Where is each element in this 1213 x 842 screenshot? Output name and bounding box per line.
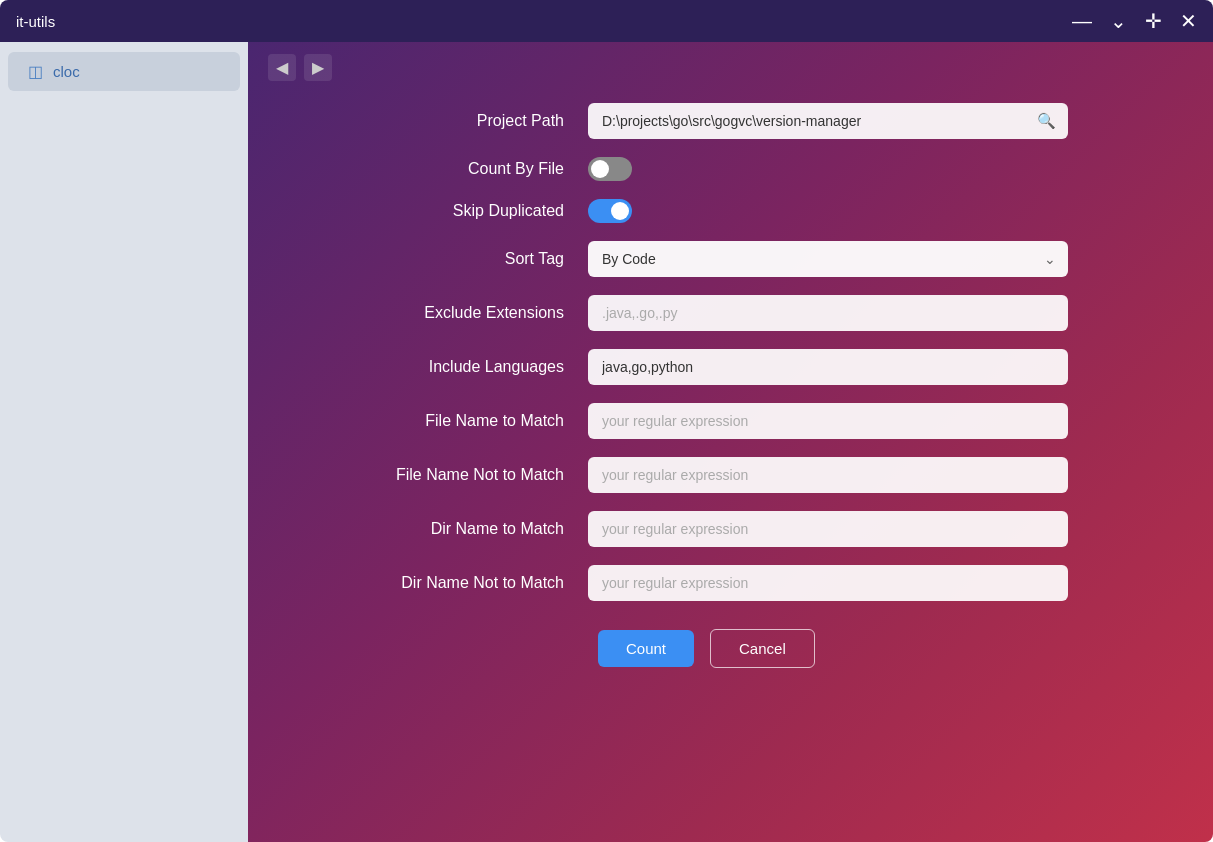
content-area: ◀ ▶ Project Path 🔍 Count bbox=[248, 42, 1213, 842]
sort-tag-label: Sort Tag bbox=[308, 250, 588, 268]
main-area: ◫ cloc ◀ ▶ Project Path 🔍 bbox=[0, 42, 1213, 842]
dir-name-not-to-match-control bbox=[588, 565, 1068, 601]
sort-tag-control: By Code By Name By Files By Lines By Bla… bbox=[588, 241, 1068, 277]
project-path-label: Project Path bbox=[308, 112, 588, 130]
window-menu-icon[interactable]: ⌄ bbox=[1110, 9, 1127, 33]
count-by-file-control bbox=[588, 157, 1068, 181]
count-button[interactable]: Count bbox=[598, 630, 694, 667]
app-window: it-utils — ⌄ ✛ ✕ ◫ cloc ◀ ▶ bbox=[0, 0, 1213, 842]
count-by-file-row: Count By File bbox=[308, 157, 1153, 181]
file-name-not-to-match-input[interactable] bbox=[588, 457, 1068, 493]
title-bar-controls: — ⌄ ✛ ✕ bbox=[1072, 9, 1197, 33]
path-input-wrapper: 🔍 bbox=[588, 103, 1068, 139]
back-button[interactable]: ◀ bbox=[268, 54, 296, 81]
path-search-button[interactable]: 🔍 bbox=[1025, 104, 1068, 138]
form-container: Project Path 🔍 Count By File bbox=[248, 93, 1213, 698]
minimize-icon[interactable]: — bbox=[1072, 10, 1092, 33]
skip-duplicated-toggle[interactable] bbox=[588, 199, 632, 223]
include-languages-control bbox=[588, 349, 1068, 385]
sidebar-item-label-cloc: cloc bbox=[53, 63, 80, 80]
exclude-extensions-row: Exclude Extensions bbox=[308, 295, 1153, 331]
sidebar: ◫ cloc bbox=[0, 42, 248, 842]
count-by-file-label: Count By File bbox=[308, 160, 588, 178]
cloc-icon: ◫ bbox=[28, 62, 43, 81]
file-name-to-match-row: File Name to Match bbox=[308, 403, 1153, 439]
close-icon[interactable]: ✕ bbox=[1180, 9, 1197, 33]
count-by-file-slider bbox=[588, 157, 632, 181]
project-path-input[interactable] bbox=[588, 103, 1025, 139]
count-by-file-toggle[interactable] bbox=[588, 157, 632, 181]
exclude-extensions-control bbox=[588, 295, 1068, 331]
skip-duplicated-control bbox=[588, 199, 1068, 223]
app-title: it-utils bbox=[16, 13, 1072, 30]
title-bar: it-utils — ⌄ ✛ ✕ bbox=[0, 0, 1213, 42]
exclude-extensions-input[interactable] bbox=[588, 295, 1068, 331]
project-path-row: Project Path 🔍 bbox=[308, 103, 1153, 139]
move-icon[interactable]: ✛ bbox=[1145, 9, 1162, 33]
project-path-control: 🔍 bbox=[588, 103, 1068, 139]
dir-name-not-to-match-input[interactable] bbox=[588, 565, 1068, 601]
file-name-not-to-match-control bbox=[588, 457, 1068, 493]
dir-name-to-match-control bbox=[588, 511, 1068, 547]
dir-name-to-match-row: Dir Name to Match bbox=[308, 511, 1153, 547]
dir-name-not-to-match-label: Dir Name Not to Match bbox=[308, 574, 588, 592]
sidebar-item-cloc[interactable]: ◫ cloc bbox=[8, 52, 240, 91]
sort-tag-select-wrapper: By Code By Name By Files By Lines By Bla… bbox=[588, 241, 1068, 277]
forward-button[interactable]: ▶ bbox=[304, 54, 332, 81]
file-name-to-match-label: File Name to Match bbox=[308, 412, 588, 430]
file-name-to-match-control bbox=[588, 403, 1068, 439]
exclude-extensions-label: Exclude Extensions bbox=[308, 304, 588, 322]
dir-name-not-to-match-row: Dir Name Not to Match bbox=[308, 565, 1153, 601]
include-languages-row: Include Languages bbox=[308, 349, 1153, 385]
skip-duplicated-slider bbox=[588, 199, 632, 223]
file-name-to-match-input[interactable] bbox=[588, 403, 1068, 439]
dir-name-to-match-input[interactable] bbox=[588, 511, 1068, 547]
sort-tag-row: Sort Tag By Code By Name By Files By Lin… bbox=[308, 241, 1153, 277]
sort-tag-select[interactable]: By Code By Name By Files By Lines By Bla… bbox=[588, 241, 1068, 277]
button-row: Count Cancel bbox=[308, 629, 1153, 668]
skip-duplicated-row: Skip Duplicated bbox=[308, 199, 1153, 223]
file-name-not-to-match-row: File Name Not to Match bbox=[308, 457, 1153, 493]
include-languages-input[interactable] bbox=[588, 349, 1068, 385]
nav-row: ◀ ▶ bbox=[248, 42, 1213, 93]
include-languages-label: Include Languages bbox=[308, 358, 588, 376]
file-name-not-to-match-label: File Name Not to Match bbox=[308, 466, 588, 484]
skip-duplicated-label: Skip Duplicated bbox=[308, 202, 588, 220]
cancel-button[interactable]: Cancel bbox=[710, 629, 815, 668]
dir-name-to-match-label: Dir Name to Match bbox=[308, 520, 588, 538]
